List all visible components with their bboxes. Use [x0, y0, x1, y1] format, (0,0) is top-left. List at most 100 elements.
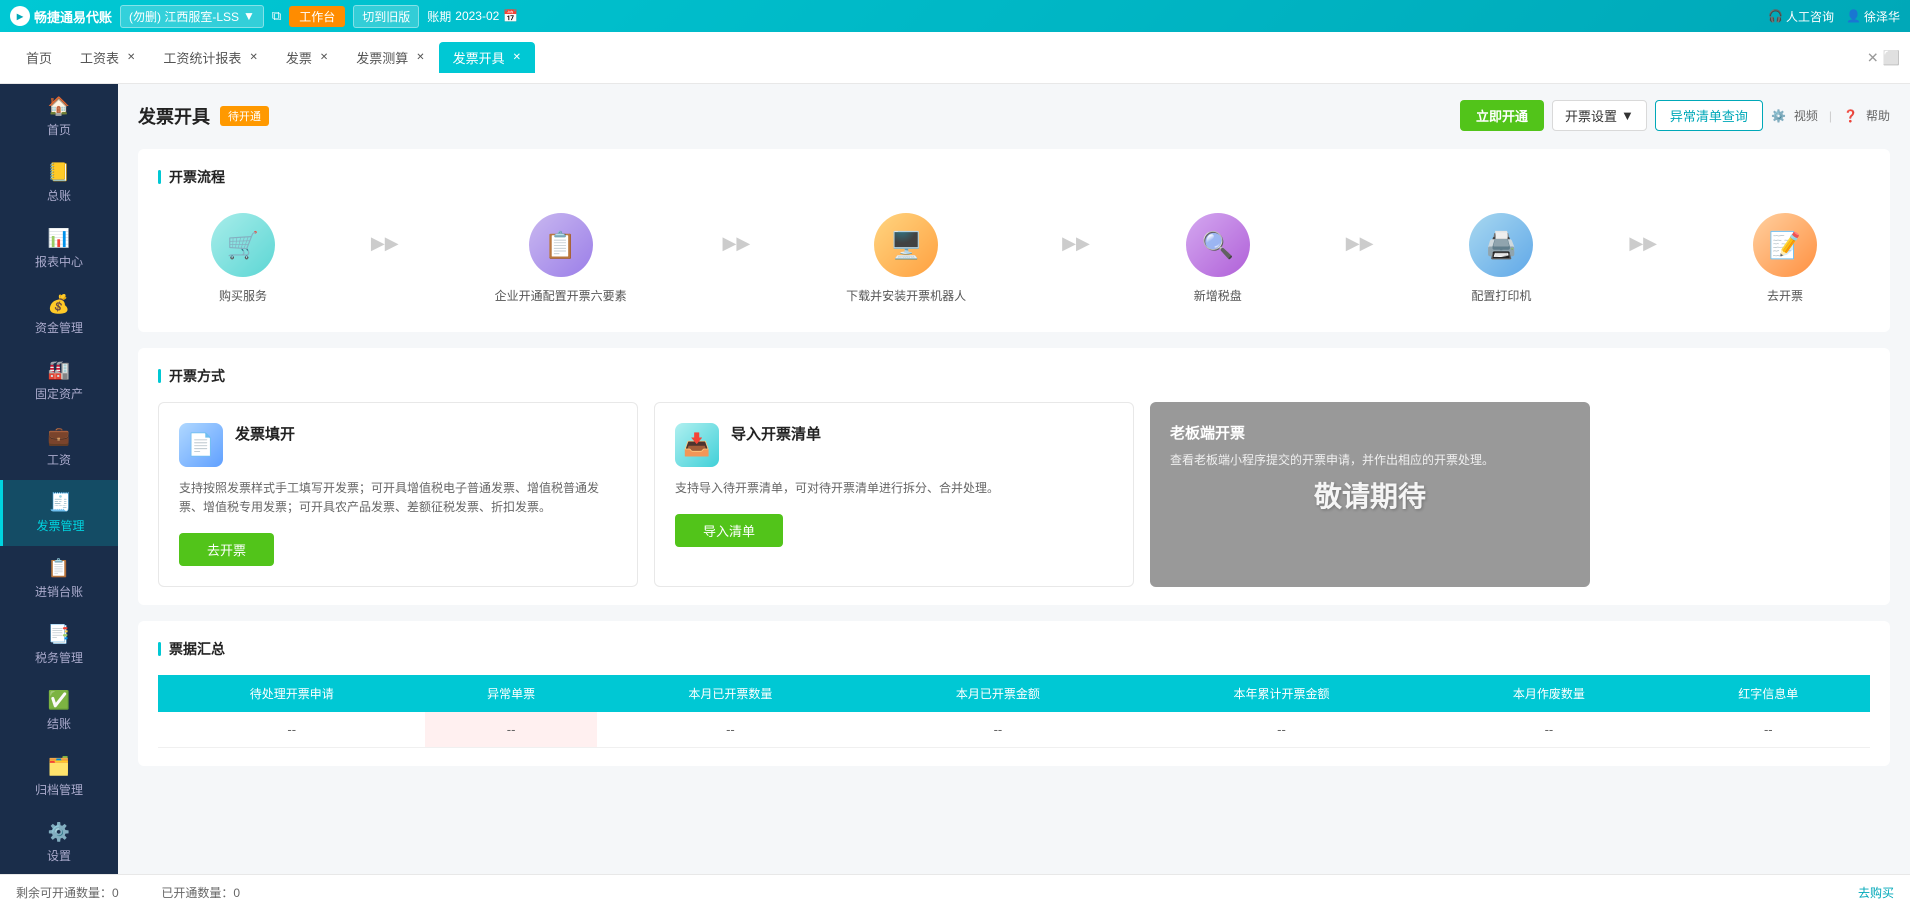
sidebar-item-purchase-sales[interactable]: 📋 进销台账 — [0, 546, 118, 612]
go-issue-button[interactable]: 去开票 — [179, 533, 274, 566]
sidebar-item-archive[interactable]: 🗂️ 归档管理 — [0, 744, 118, 810]
immediate-open-button[interactable]: 立即开通 — [1460, 100, 1544, 131]
cell-void-count: -- — [1431, 712, 1666, 748]
tax-icon: 📑 — [48, 624, 70, 645]
cell-abnormal: -- — [425, 712, 596, 748]
method-cards: 📄 发票填开 支持按照发票样式手工填写开发票；可开具增值税电子普通发票、增值税普… — [158, 402, 1870, 587]
app-name: 畅捷通易代账 — [34, 7, 112, 26]
period-value: 2023-02 — [455, 9, 499, 23]
sidebar-item-invoice-mgmt-label: 发票管理 — [36, 517, 84, 534]
open-settings-button[interactable]: 开票设置 ▼ — [1552, 100, 1647, 131]
view-label: 视频 — [1794, 107, 1818, 124]
process-steps: 🛒 购买服务 ▶▶ 📋 企业开通配置开票六要素 ▶▶ 🖥️ 下载并安装开票机器人… — [158, 203, 1870, 314]
sidebar-item-settings[interactable]: ⚙️ 设置 — [0, 810, 118, 876]
tab-invoice[interactable]: 发票 ✕ — [272, 42, 342, 73]
calendar-icon[interactable]: 📅 — [503, 9, 518, 23]
cell-yearly-amount: -- — [1132, 712, 1432, 748]
tab-invoice-calc-label: 发票测算 — [356, 48, 408, 67]
cell-red-info: -- — [1667, 712, 1870, 748]
step-issue: 📝 去开票 — [1753, 213, 1817, 304]
switch-old-button[interactable]: 切到旧版 — [353, 5, 419, 28]
method-card-manual-header: 📄 发票填开 — [179, 423, 617, 467]
tab-invoice-issue[interactable]: 发票开具 ✕ — [439, 42, 535, 73]
col-abnormal: 异常单票 — [425, 675, 596, 712]
chevron-down-icon: ▼ — [1621, 108, 1634, 123]
cell-monthly-amount: -- — [864, 712, 1131, 748]
tab-close-controls: ✕ ⬜ — [1867, 49, 1900, 66]
sidebar-item-assets[interactable]: 🏭 固定资产 — [0, 348, 118, 414]
archive-icon: 🗂️ — [48, 756, 70, 777]
method-section-title: 开票方式 — [158, 366, 1870, 386]
bottom-left: 剩余可开通数量：0 已开通数量：0 — [16, 884, 240, 901]
process-section: 开票流程 🛒 购买服务 ▶▶ 📋 企业开通配置开票六要素 ▶▶ 🖥️ 下载并安装… — [138, 149, 1890, 332]
sidebar-item-assets-label: 固定资产 — [35, 385, 83, 402]
workspace-button[interactable]: 工作台 — [289, 6, 345, 27]
settings-icon: ⚙️ — [48, 822, 70, 843]
tab-home[interactable]: 首页 — [12, 42, 66, 73]
method-import-title: 导入开票清单 — [731, 423, 821, 444]
close-invoice-icon[interactable]: ✕ — [320, 52, 328, 63]
sidebar-item-reports[interactable]: 📊 报表中心 — [0, 216, 118, 282]
restore-icon[interactable]: ⬜ — [1883, 49, 1900, 66]
page-title-area: 发票开具 待开通 — [138, 103, 269, 129]
step-buy-label: 购买服务 — [219, 287, 267, 304]
close-payroll-report-icon[interactable]: ✕ — [249, 52, 257, 63]
opened-quota-label: 已开通数量：0 — [161, 886, 240, 900]
sidebar-item-salary[interactable]: 💼 工资 — [0, 414, 118, 480]
sidebar-item-home[interactable]: 🏠 首页 — [0, 84, 118, 150]
sidebar-item-settlement[interactable]: ✅ 结账 — [0, 678, 118, 744]
import-list-button[interactable]: 导入清单 — [675, 514, 783, 547]
ledger-icon: 📒 — [48, 162, 70, 183]
close-invoice-issue-icon[interactable]: ✕ — [513, 52, 521, 63]
col-void-count: 本月作废数量 — [1431, 675, 1666, 712]
step-buy-icon: 🛒 — [211, 213, 275, 277]
funds-icon: 💰 — [48, 294, 70, 315]
sidebar-item-funds[interactable]: 💰 资金管理 — [0, 282, 118, 348]
help-label: 帮助 — [1866, 107, 1890, 124]
abnormal-query-button[interactable]: 异常清单查询 — [1655, 100, 1763, 131]
consult-label: 人工咨询 — [1786, 8, 1834, 25]
summary-section-title: 票据汇总 — [158, 639, 1870, 659]
method-manual-icon: 📄 — [179, 423, 223, 467]
top-bar-right: 🎧 人工咨询 👤 徐泽华 — [1768, 8, 1900, 25]
period-label: 账期 — [427, 8, 451, 25]
company-selector[interactable]: (勿删) 江西服室-LSS ▼ — [120, 5, 264, 28]
tab-invoice-calc[interactable]: 发票测算 ✕ — [342, 42, 438, 73]
tab-invoice-label: 发票 — [286, 48, 312, 67]
copy-icon[interactable]: ⧉ — [272, 8, 281, 24]
buy-link[interactable]: 去购买 — [1858, 886, 1894, 900]
sidebar-item-tax[interactable]: 📑 税务管理 — [0, 612, 118, 678]
step-printer-icon: 🖨️ — [1469, 213, 1533, 277]
method-section: 开票方式 📄 发票填开 支持按照发票样式手工填写开发票；可开具增值税电子普通发票… — [138, 348, 1890, 605]
page-title: 发票开具 — [138, 103, 210, 129]
method-manual-desc: 支持按照发票样式手工填写开发票；可开具增值税电子普通发票、增值税普通发票、增值税… — [179, 479, 617, 517]
user-item[interactable]: 👤 徐泽华 — [1846, 8, 1900, 25]
col-pending: 待处理开票申请 — [158, 675, 425, 712]
arrow3-icon: ▶▶ — [1062, 233, 1090, 254]
top-bar: 畅捷通易代账 (勿删) 江西服室-LSS ▼ ⧉ 工作台 切到旧版 账期 202… — [0, 0, 1910, 32]
method-card-manual: 📄 发票填开 支持按照发票样式手工填写开发票；可开具增值税电子普通发票、增值税普… — [158, 402, 638, 587]
process-section-title: 开票流程 — [158, 167, 1870, 187]
consult-item[interactable]: 🎧 人工咨询 — [1768, 8, 1834, 25]
summary-table: 待处理开票申请 异常单票 本月已开票数量 本月已开票金额 本年累计开票金额 本月… — [158, 675, 1870, 748]
close-invoice-calc-icon[interactable]: ✕ — [416, 52, 424, 63]
method-manual-info: 发票填开 — [235, 423, 295, 448]
sidebar-item-invoice-mgmt[interactable]: 🧾 发票管理 — [0, 480, 118, 546]
sidebar: 🏠 首页 📒 总账 📊 报表中心 💰 资金管理 🏭 固定资产 💼 工资 🧾 发票… — [0, 84, 118, 910]
sidebar-item-ledger[interactable]: 📒 总账 — [0, 150, 118, 216]
home-icon: 🏠 — [48, 96, 70, 117]
reports-icon: 📊 — [48, 228, 70, 249]
close-payroll-icon[interactable]: ✕ — [127, 52, 135, 63]
close-all-icon[interactable]: ✕ — [1867, 49, 1879, 66]
tab-payroll-label: 工资表 — [80, 48, 119, 67]
dropdown-arrow-icon: ▼ — [243, 9, 255, 23]
boss-card-desc: 查看老板端小程序提交的开票申请，并作出相应的开票处理。 — [1170, 451, 1570, 470]
tab-payroll[interactable]: 工资表 ✕ — [66, 42, 149, 73]
method-manual-btn-area: 去开票 — [179, 533, 617, 566]
step-printer: 🖨️ 配置打印机 — [1469, 213, 1533, 304]
invoice-mgmt-icon: 🧾 — [49, 492, 71, 513]
tab-payroll-report[interactable]: 工资统计报表 ✕ — [149, 42, 271, 73]
sidebar-item-salary-label: 工资 — [47, 451, 71, 468]
user-name: 徐泽华 — [1864, 8, 1900, 25]
method-import-info: 导入开票清单 — [731, 423, 821, 448]
